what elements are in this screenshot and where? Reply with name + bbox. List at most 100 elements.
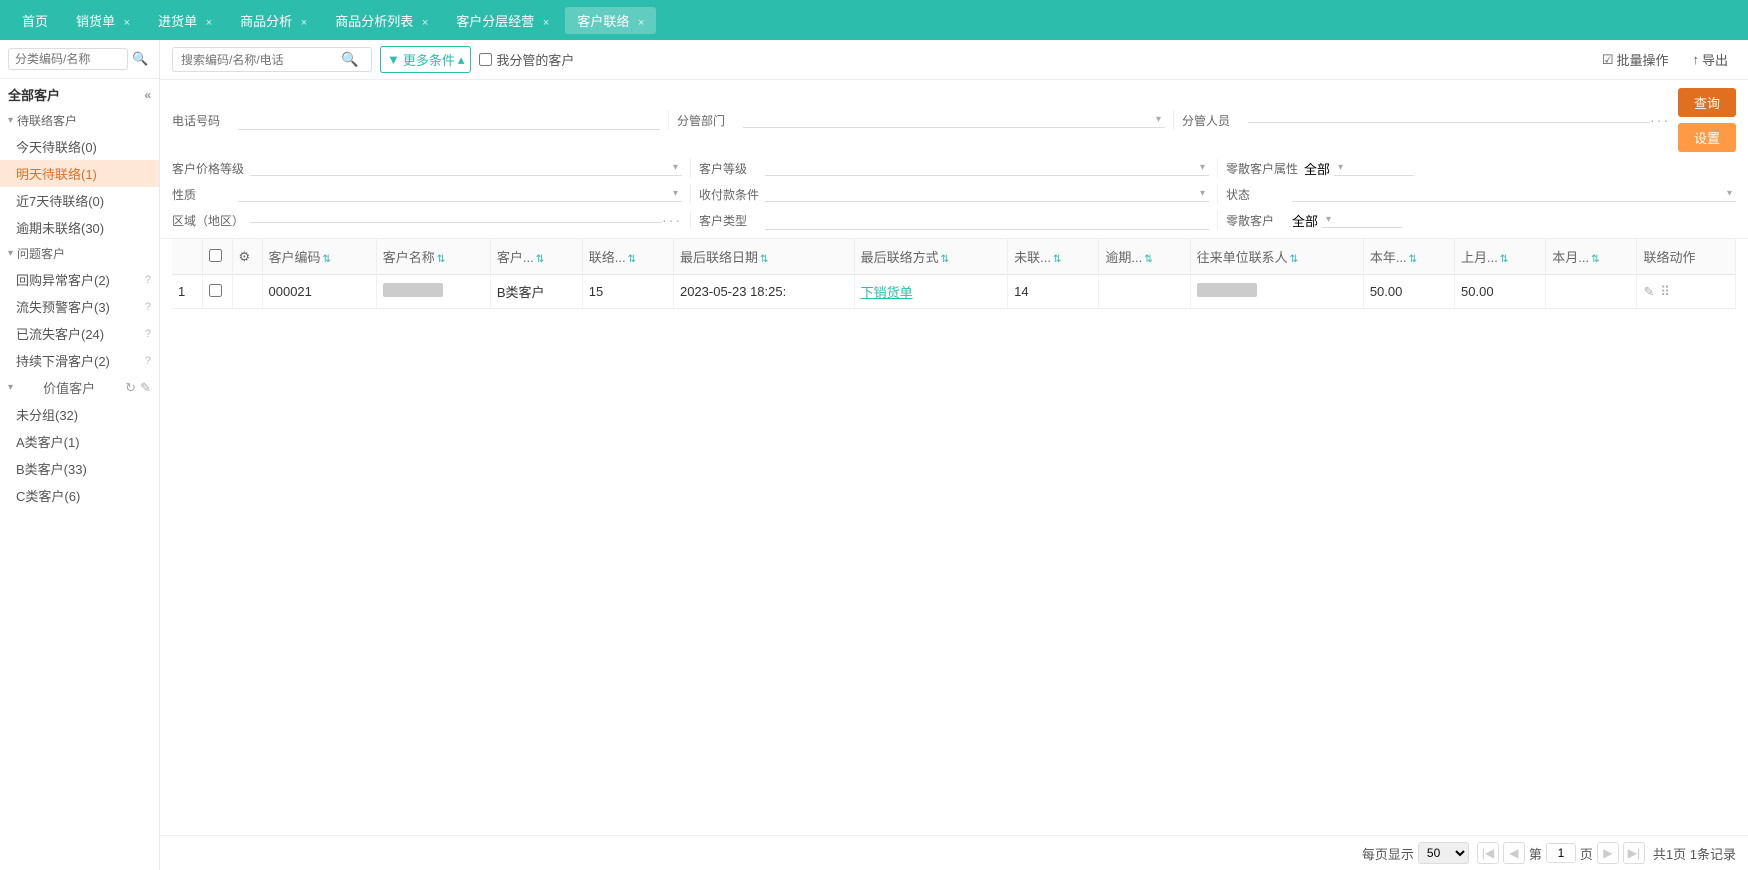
- col-this-month[interactable]: 本月...⇅: [1546, 239, 1637, 275]
- batch-operation-btn[interactable]: ☑ 批量操作: [1594, 47, 1677, 72]
- col-last-method[interactable]: 最后联络方式⇅: [854, 239, 1008, 275]
- price-tier-arrow-icon: ▾: [673, 162, 678, 173]
- filter-nature-select[interactable]: ▾: [238, 186, 682, 202]
- group-value-customers[interactable]: 价值客户 ↻ ✎: [0, 374, 159, 401]
- nav-product-analysis[interactable]: 商品分析 ×: [228, 7, 319, 34]
- filter-status-select[interactable]: ▾: [1292, 186, 1736, 202]
- col-last-month[interactable]: 上月...⇅: [1455, 239, 1546, 275]
- search-input[interactable]: [181, 53, 341, 67]
- sidebar-item-declining-label: 持续下滑客户(2): [16, 351, 145, 370]
- filter-customer-tier-select[interactable]: ▾: [765, 160, 1209, 176]
- sidebar-item-today-label: 今天待联络(0): [16, 137, 151, 156]
- my-customers-checkbox[interactable]: [479, 53, 492, 66]
- last-method-link[interactable]: 下销货单: [861, 285, 913, 300]
- cell-code: 000021: [262, 275, 376, 309]
- col-code[interactable]: 客户编码⇅: [262, 239, 376, 275]
- close-sales-order[interactable]: ×: [124, 17, 130, 29]
- export-btn[interactable]: ↑ 导出: [1684, 47, 1736, 72]
- col-un-contact[interactable]: 未联...⇅: [1008, 239, 1099, 275]
- close-customer-contact[interactable]: ×: [638, 17, 644, 29]
- filter-region-input[interactable]: [250, 218, 662, 223]
- select-all-checkbox[interactable]: [209, 249, 222, 262]
- group-pending-contact[interactable]: 待联络客户: [0, 108, 159, 133]
- sidebar-collapse-icon[interactable]: «: [144, 88, 151, 102]
- sidebar-search-input[interactable]: [8, 48, 128, 70]
- nav-customer-tier[interactable]: 客户分层经营 ×: [444, 7, 561, 34]
- my-customers-checkbox-label[interactable]: 我分管的客户: [479, 50, 574, 69]
- sidebar-item-tomorrow-label: 明天待联络(1): [16, 164, 151, 183]
- filter-retail-customer-select[interactable]: ▾: [1322, 212, 1402, 228]
- col-code-label: 客户编码: [269, 250, 321, 265]
- col-contacts[interactable]: 往来单位联系人⇅: [1190, 239, 1363, 275]
- sidebar-item-overdue[interactable]: 逾期未联络(30): [0, 214, 159, 241]
- filter-manager-label: 分管人员: [1182, 112, 1242, 129]
- col-this-year[interactable]: 本年...⇅: [1363, 239, 1454, 275]
- sidebar-item-churn-warning[interactable]: 流失预警客户(3) ?: [0, 293, 159, 320]
- query-btn[interactable]: 查询: [1678, 88, 1736, 117]
- sidebar-item-churned[interactable]: 已流失客户(24) ?: [0, 320, 159, 347]
- toolbar-right: ☑ 批量操作 ↑ 导出: [1594, 47, 1736, 72]
- filter-phone-input[interactable]: [238, 111, 660, 130]
- sort-code-icon: ⇅: [323, 254, 331, 265]
- page-size-select[interactable]: 10 20 50 100: [1418, 842, 1469, 864]
- manager-ellipsis-btn[interactable]: ···: [1650, 112, 1670, 128]
- filter-retail-attr-select[interactable]: ▾: [1334, 160, 1414, 176]
- filter-manager-input[interactable]: [1248, 118, 1650, 123]
- set-btn[interactable]: 设置: [1678, 123, 1736, 152]
- sidebar-item-class-b[interactable]: B类客户(33): [0, 455, 159, 482]
- filter-customer-tier-label: 客户等级: [699, 160, 759, 177]
- sidebar-search-icon[interactable]: 🔍: [132, 51, 148, 67]
- search-icon[interactable]: 🔍: [341, 51, 358, 68]
- nav-sales-order[interactable]: 销货单 ×: [64, 7, 142, 34]
- prev-page-btn[interactable]: ◀: [1503, 842, 1525, 864]
- filter-customer-type-input[interactable]: [765, 211, 1209, 230]
- col-last-date[interactable]: 最后联络日期⇅: [673, 239, 854, 275]
- col-contact-count[interactable]: 联络...⇅: [582, 239, 673, 275]
- action-more-icon[interactable]: ⠿: [1660, 284, 1670, 300]
- col-settings[interactable]: ⚙: [232, 239, 262, 275]
- nav-customer-contact[interactable]: 客户联络 ×: [565, 7, 656, 34]
- cell-last-method: 下销货单: [854, 275, 1008, 309]
- region-ellipsis-btn[interactable]: ···: [662, 212, 682, 228]
- nav-product-analysis-list[interactable]: 商品分析列表 ×: [323, 7, 440, 34]
- filter-payment-terms-select[interactable]: ▾: [765, 186, 1209, 202]
- sidebar-item-class-a[interactable]: A类客户(1): [0, 428, 159, 455]
- sidebar-item-tomorrow[interactable]: 明天待联络(1): [0, 160, 159, 187]
- action-edit-icon[interactable]: ✎: [1643, 284, 1654, 300]
- col-overdue[interactable]: 逾期...⇅: [1099, 239, 1190, 275]
- sidebar-item-churn-warning-label: 流失预警客户(3): [16, 297, 145, 316]
- close-purchase-order[interactable]: ×: [206, 17, 212, 29]
- first-page-btn[interactable]: |◀: [1477, 842, 1499, 864]
- filter-payment-terms-label: 收付款条件: [699, 186, 759, 203]
- close-product-analysis-list[interactable]: ×: [422, 17, 428, 29]
- filter-nature: 性质 ▾: [172, 186, 682, 203]
- nav-home[interactable]: 首页: [10, 7, 60, 34]
- row-checkbox[interactable]: [209, 284, 222, 297]
- group-problem-customers[interactable]: 问题客户: [0, 241, 159, 266]
- filter-dept-select[interactable]: ▾: [743, 112, 1165, 128]
- page-number-input[interactable]: [1546, 843, 1576, 863]
- refresh-icon[interactable]: ↻: [125, 380, 136, 396]
- nav-purchase-order[interactable]: 进货单 ×: [146, 7, 224, 34]
- next-page-btn[interactable]: ▶: [1597, 842, 1619, 864]
- sidebar-item-overdue-label: 逾期未联络(30): [16, 218, 151, 237]
- sidebar-item-ungrouped[interactable]: 未分组(32): [0, 401, 159, 428]
- all-customers-label[interactable]: 全部客户: [8, 85, 60, 104]
- close-product-analysis[interactable]: ×: [301, 17, 307, 29]
- sort-last-month-icon: ⇅: [1500, 254, 1508, 265]
- col-customer-type[interactable]: 客户...⇅: [490, 239, 582, 275]
- edit-icon[interactable]: ✎: [140, 380, 151, 396]
- sidebar-item-declining[interactable]: 持续下滑客户(2) ?: [0, 347, 159, 374]
- sidebar-item-7days[interactable]: 近7天待联络(0): [0, 187, 159, 214]
- close-customer-tier[interactable]: ×: [543, 17, 549, 29]
- filter-price-tier-select[interactable]: ▾: [250, 160, 682, 176]
- sidebar-item-repurchase-anomaly[interactable]: 回购异常客户(2) ?: [0, 266, 159, 293]
- last-page-btn[interactable]: ▶|: [1623, 842, 1645, 864]
- sidebar-item-class-c[interactable]: C类客户(6): [0, 482, 159, 509]
- sidebar-item-today[interactable]: 今天待联络(0): [0, 133, 159, 160]
- divider-1: [668, 110, 669, 130]
- more-filters-btn[interactable]: ▼ 更多条件 ▴: [380, 46, 471, 73]
- filter-retail-attr-label: 零散客户属性: [1226, 160, 1298, 177]
- col-name[interactable]: 客户名称⇅: [376, 239, 490, 275]
- value-customers-label: 价值客户: [43, 378, 95, 397]
